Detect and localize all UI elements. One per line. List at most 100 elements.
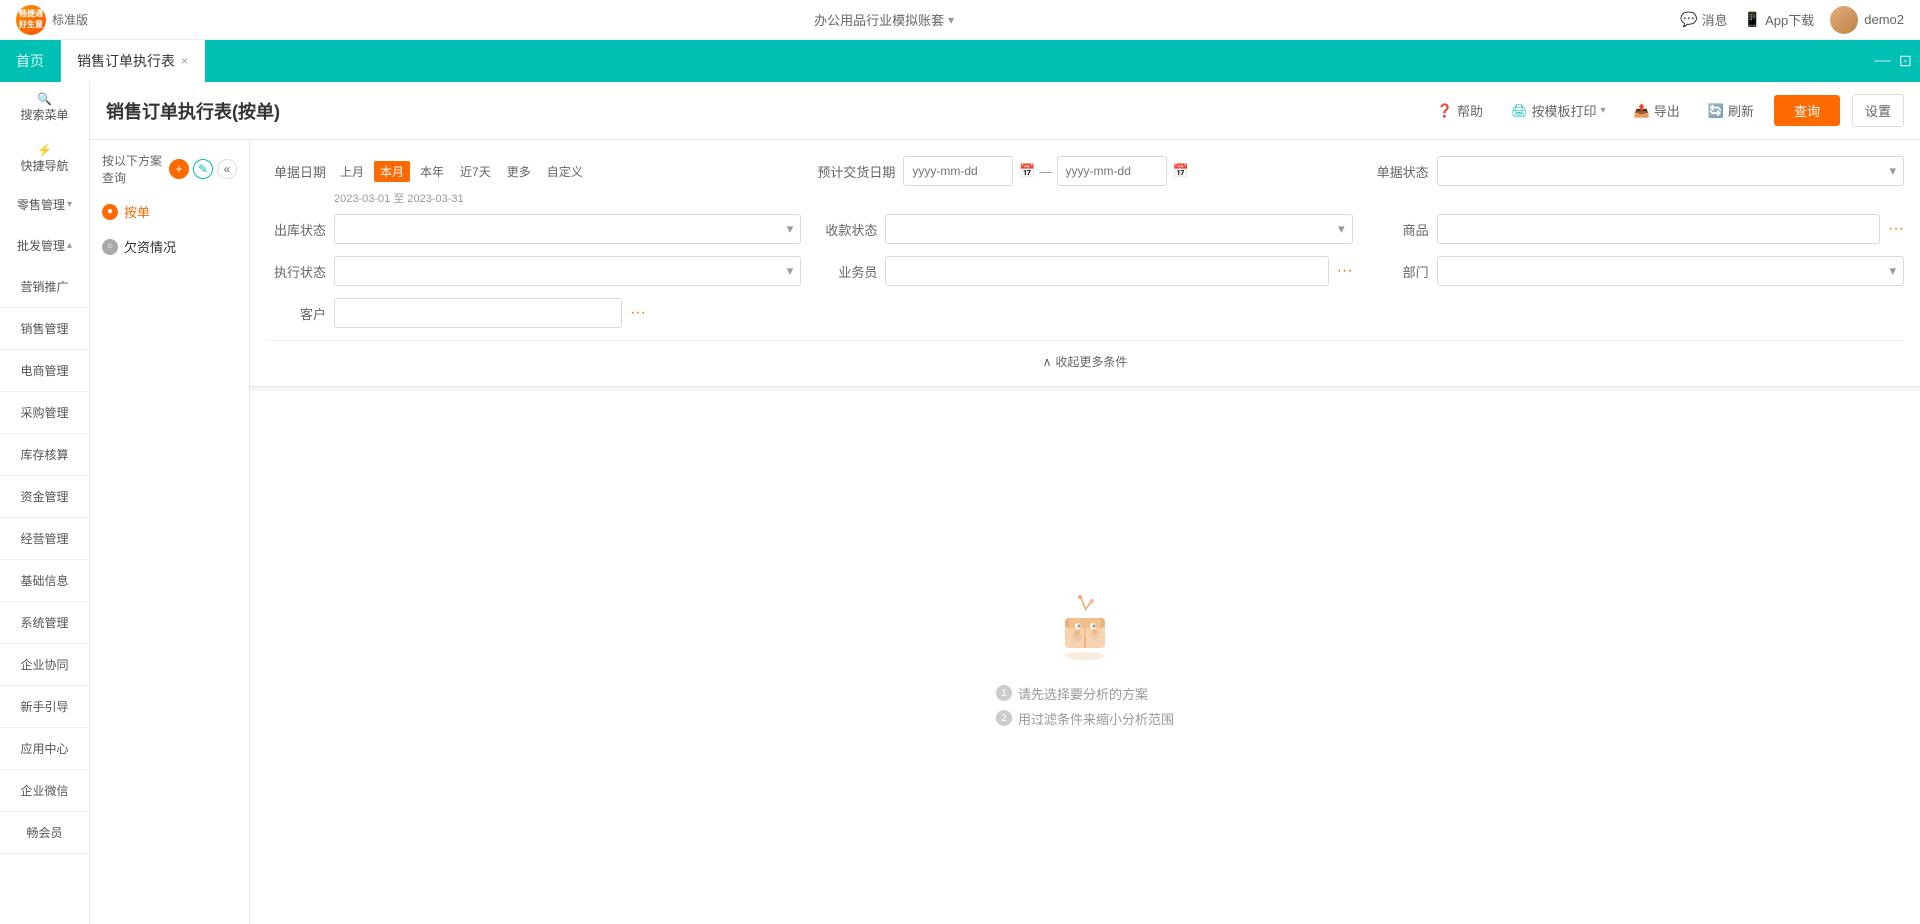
sidebar-item-system[interactable]: 系统管理 bbox=[0, 602, 89, 644]
sidebar-item-wechat-label: 企业微信 bbox=[20, 784, 68, 798]
app-download-button[interactable]: 📱 App下载 bbox=[1744, 10, 1815, 29]
message-button[interactable]: 💬 消息 bbox=[1680, 10, 1727, 29]
window-close-button[interactable]: — bbox=[1875, 52, 1891, 70]
customer-filter-item: 客户 ··· bbox=[266, 298, 646, 328]
scheme-item-arrears[interactable]: ○ 欠资情况 bbox=[90, 229, 249, 264]
logo-text: 畅捷通 好生意 bbox=[19, 9, 43, 30]
top-bar-left: 畅捷通 好生意 标准版 bbox=[16, 5, 88, 35]
sidebar-item-wholesale[interactable]: 批发管理 ▴ bbox=[0, 225, 89, 266]
execution-select[interactable] bbox=[334, 256, 801, 286]
sidebar-item-sales-label: 销售管理 bbox=[20, 322, 68, 336]
query-button[interactable]: 查询 bbox=[1774, 95, 1840, 126]
export-button[interactable]: 📤 导出 bbox=[1626, 97, 1688, 124]
sidebar-item-marketing[interactable]: 营销推广 bbox=[0, 266, 89, 308]
help-label: 帮助 bbox=[1457, 101, 1483, 120]
sidebar-item-enterprise[interactable]: 企业协同 bbox=[0, 644, 89, 686]
quick-nav-label: 快捷导航 bbox=[8, 157, 81, 174]
scheme-item-ansheet[interactable]: ● 按单 bbox=[90, 194, 249, 229]
sidebar-item-member-label: 畅会员 bbox=[26, 826, 62, 840]
expected-end-date[interactable] bbox=[1057, 156, 1167, 186]
window-maximize-button[interactable]: ⊡ bbox=[1899, 51, 1912, 71]
outbound-select[interactable] bbox=[334, 214, 801, 244]
page-subtitle[interactable]: 办公用品行业模拟账套 ▾ bbox=[814, 10, 954, 29]
shortcut-7days[interactable]: 近7天 bbox=[454, 161, 497, 182]
date-cal-icon[interactable]: 📅 bbox=[1019, 163, 1035, 179]
print-button[interactable]: 🖨 按模板打印 ▾ bbox=[1503, 97, 1614, 124]
sidebar-search[interactable]: 🔍 搜索菜单 bbox=[0, 82, 89, 133]
tab-sales-execution[interactable]: 销售订单执行表 × bbox=[61, 40, 205, 82]
print-label: 按模板打印 bbox=[1532, 101, 1597, 120]
shortcut-this-month[interactable]: 本月 bbox=[374, 161, 410, 182]
shortcut-this-year[interactable]: 本年 bbox=[414, 161, 450, 182]
receipt-select-wrapper bbox=[885, 214, 1352, 244]
salesperson-label: 业务员 bbox=[817, 262, 877, 281]
date-cal-icon2[interactable]: 📅 bbox=[1173, 163, 1189, 179]
tab-sales-execution-label: 销售订单执行表 bbox=[77, 51, 175, 71]
tab-spacer bbox=[205, 40, 1867, 82]
tip-text-1: 请先选择要分析的方案 bbox=[1018, 684, 1148, 703]
collapse-panel-button[interactable]: « bbox=[217, 159, 237, 179]
sidebar-item-finance-label: 资金管理 bbox=[20, 490, 68, 504]
shortcut-custom[interactable]: 自定义 bbox=[541, 161, 589, 182]
sidebar-item-retail[interactable]: 零售管理 ▾ bbox=[0, 184, 89, 225]
sidebar-item-operations[interactable]: 经营管理 bbox=[0, 518, 89, 560]
expected-start-date[interactable] bbox=[903, 156, 1013, 186]
sidebar-item-apps[interactable]: 应用中心 bbox=[0, 728, 89, 770]
tab-home[interactable]: 首页 bbox=[0, 40, 61, 82]
empty-state: 1 请先选择要分析的方案 2 用过滤条件来缩小分析范围 bbox=[250, 391, 1920, 924]
receipt-select[interactable] bbox=[885, 214, 1352, 244]
sidebar-item-finance[interactable]: 资金管理 bbox=[0, 476, 89, 518]
export-label: 导出 bbox=[1654, 101, 1680, 120]
logo-icon: 畅捷通 好生意 bbox=[16, 5, 46, 35]
customer-more-icon[interactable]: ··· bbox=[630, 304, 646, 322]
sidebar-item-wechat[interactable]: 企业微信 bbox=[0, 770, 89, 812]
product-more-icon[interactable]: ··· bbox=[1888, 220, 1904, 238]
outbound-filter-item: 出库状态 bbox=[266, 214, 801, 244]
shortcut-more[interactable]: 更多 bbox=[501, 161, 537, 182]
top-bar: 畅捷通 好生意 标准版 办公用品行业模拟账套 ▾ 💬 消息 📱 App下载 de… bbox=[0, 0, 1920, 40]
tab-home-label: 首页 bbox=[16, 51, 44, 71]
edit-scheme-button[interactable]: ✎ bbox=[193, 159, 213, 179]
sidebar-item-basic[interactable]: 基础信息 bbox=[0, 560, 89, 602]
sidebar-item-newbie-label: 新手引导 bbox=[20, 700, 68, 714]
sidebar-quick-nav[interactable]: ⚡ 快捷导航 bbox=[0, 133, 89, 184]
settings-button[interactable]: 设置 bbox=[1852, 94, 1904, 127]
sidebar-item-purchase[interactable]: 采购管理 bbox=[0, 392, 89, 434]
export-icon: 📤 bbox=[1634, 103, 1650, 119]
dropdown-icon[interactable]: ▾ bbox=[948, 13, 954, 27]
page-subtitle-text: 办公用品行业模拟账套 bbox=[814, 10, 944, 29]
sidebar-item-newbie[interactable]: 新手引导 bbox=[0, 686, 89, 728]
help-button[interactable]: ❓ 帮助 bbox=[1429, 97, 1491, 124]
left-panel-header: 按以下方案查询 + ✎ « bbox=[90, 152, 249, 194]
customer-label: 客户 bbox=[266, 304, 326, 323]
empty-tip-1: 1 请先选择要分析的方案 bbox=[996, 684, 1174, 703]
tip-num-1: 1 bbox=[996, 685, 1012, 701]
dept-select[interactable] bbox=[1437, 256, 1904, 286]
date-filter: 上月 本月 本年 近7天 更多 自定义 bbox=[334, 161, 589, 182]
dept-select-wrapper bbox=[1437, 256, 1904, 286]
sidebar-item-member[interactable]: 畅会员 bbox=[0, 812, 89, 854]
collapse-row: ∧ 收起更多条件 bbox=[266, 340, 1904, 370]
add-scheme-button[interactable]: + bbox=[169, 159, 189, 179]
outbound-label: 出库状态 bbox=[266, 220, 326, 239]
product-input[interactable] bbox=[1437, 214, 1880, 244]
sidebar-item-ecommerce-label: 电商管理 bbox=[20, 364, 68, 378]
shortcut-last-month[interactable]: 上月 bbox=[334, 161, 370, 182]
sidebar-item-inventory[interactable]: 库存核算 bbox=[0, 434, 89, 476]
sidebar-item-sales[interactable]: 销售管理 bbox=[0, 308, 89, 350]
collapse-button[interactable]: ∧ 收起更多条件 bbox=[1043, 345, 1128, 370]
refresh-button[interactable]: 🔄 刷新 bbox=[1700, 97, 1762, 124]
user-area[interactable]: demo2 bbox=[1830, 6, 1904, 34]
customer-input[interactable] bbox=[334, 298, 622, 328]
sidebar-item-inventory-label: 库存核算 bbox=[20, 448, 68, 462]
status-select[interactable] bbox=[1437, 156, 1904, 186]
dept-label: 部门 bbox=[1369, 262, 1429, 281]
sidebar-item-ecommerce[interactable]: 电商管理 bbox=[0, 350, 89, 392]
salesperson-input[interactable] bbox=[885, 256, 1328, 286]
salesperson-more-icon[interactable]: ··· bbox=[1337, 262, 1353, 280]
filter-row-4: 客户 ··· bbox=[266, 298, 1904, 328]
empty-tip-2: 2 用过滤条件来缩小分析范围 bbox=[996, 709, 1174, 728]
collapse-label: 收起更多条件 bbox=[1055, 353, 1127, 370]
tab-close-icon[interactable]: × bbox=[181, 54, 188, 68]
status-select-wrapper bbox=[1437, 156, 1904, 186]
